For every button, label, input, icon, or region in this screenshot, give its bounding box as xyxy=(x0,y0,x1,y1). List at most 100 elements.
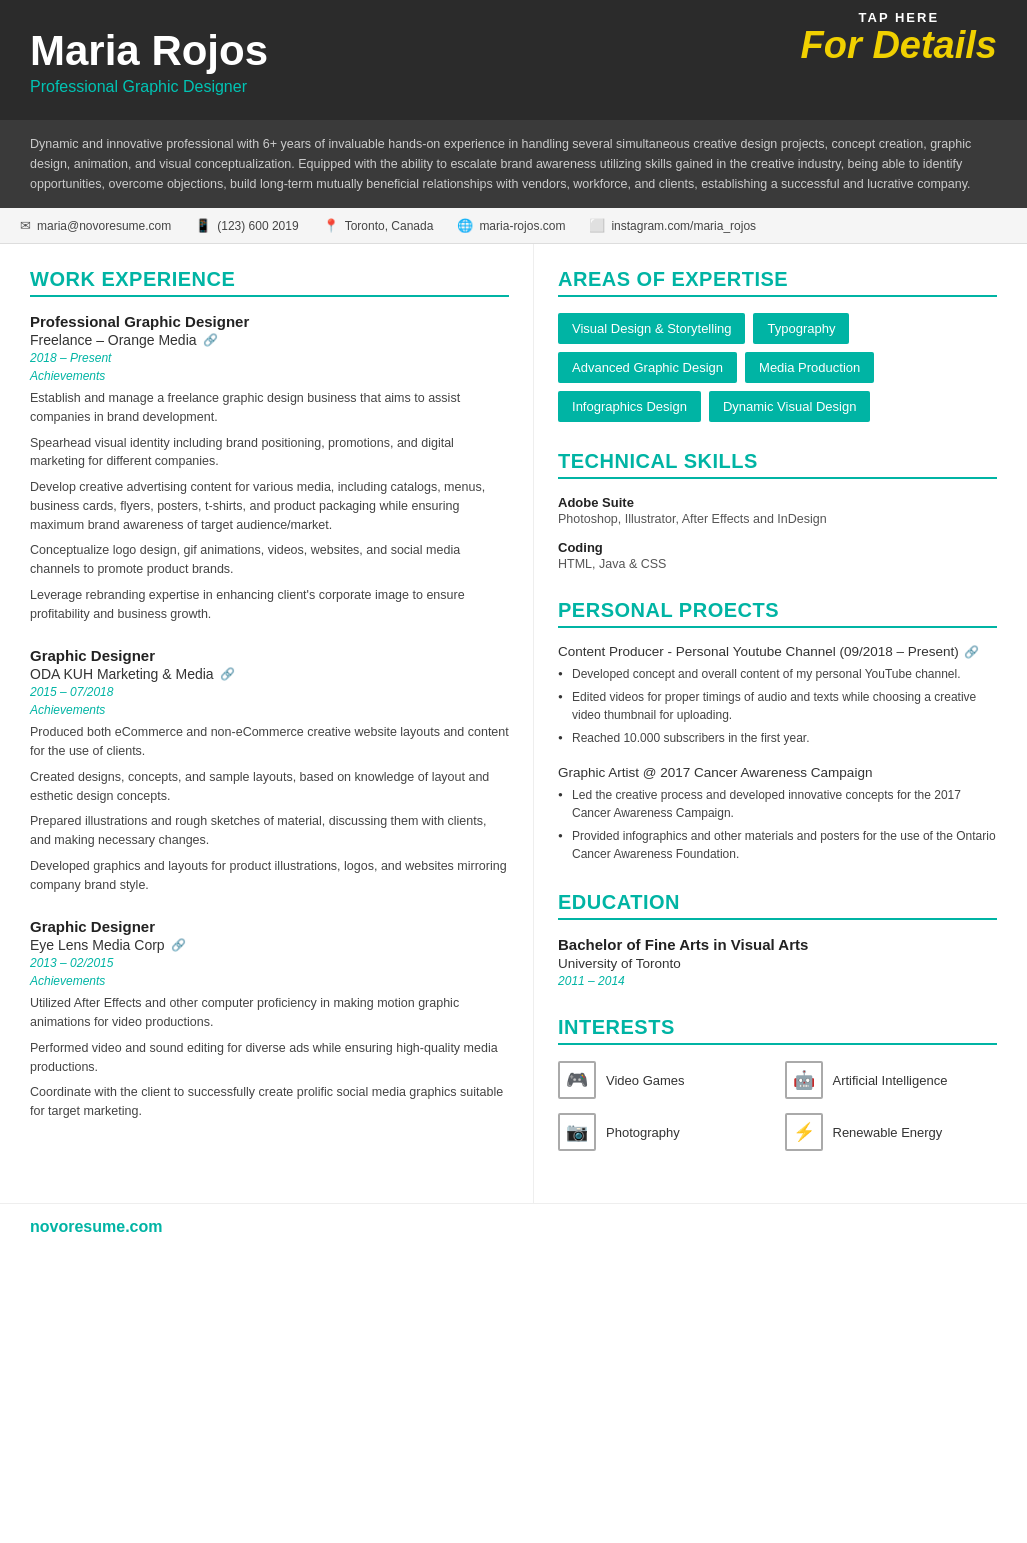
job-company-2: ODA KUH Marketing & Media 🔗 xyxy=(30,666,509,682)
skill-group-0: Adobe Suite Photoshop, Illustrator, Afte… xyxy=(558,495,997,526)
link-icon-2: 🔗 xyxy=(220,667,235,681)
project-link-icon-0: 🔗 xyxy=(964,645,979,659)
personal-projects-section: PERSONAL PROECTS Content Producer - Pers… xyxy=(558,599,997,863)
edu-school: University of Toronto xyxy=(558,956,997,971)
expertise-section-title: AREAS OF EXPERTISE xyxy=(558,268,997,297)
expertise-tag-3: Media Production xyxy=(745,352,874,383)
bullet-2-1: Created designs, concepts, and sample la… xyxy=(30,768,509,806)
project-title-0: Content Producer - Personal Youtube Chan… xyxy=(558,644,997,659)
tap-here-text: TAP HERE xyxy=(801,10,997,25)
work-section-title: WORK EXPERIENCE xyxy=(30,268,509,297)
job-entry-2: Graphic Designer ODA KUH Marketing & Med… xyxy=(30,647,509,894)
project-bullet-1-1: Provided infographics and other material… xyxy=(558,827,997,863)
interest-item-1: 🤖 Artificial Intelligence xyxy=(785,1061,997,1099)
summary-section: Dynamic and innovative professional with… xyxy=(0,120,1027,208)
interests-section: INTERESTS 🎮 Video Games 🤖 Artificial Int… xyxy=(558,1016,997,1151)
skill-name-1: Coding xyxy=(558,540,997,555)
skill-name-0: Adobe Suite xyxy=(558,495,997,510)
summary-text: Dynamic and innovative professional with… xyxy=(30,137,971,191)
contact-bar: ✉ maria@novoresume.com 📱 (123) 600 2019 … xyxy=(0,208,1027,244)
project-entry-1: Graphic Artist @ 2017 Cancer Awareness C… xyxy=(558,765,997,863)
interest-label-0: Video Games xyxy=(606,1073,685,1088)
instagram-icon: ⬜ xyxy=(589,218,605,233)
skill-group-1: Coding HTML, Java & CSS xyxy=(558,540,997,571)
interest-icon-3: ⚡ xyxy=(785,1113,823,1151)
for-details-text: For Details xyxy=(801,25,997,67)
contact-location: 📍 Toronto, Canada xyxy=(323,218,434,233)
job-bullets-3: Utilized After Effects and other compute… xyxy=(30,994,509,1121)
email-icon: ✉ xyxy=(20,218,31,233)
footer-brand: novoresume.com xyxy=(30,1218,162,1235)
footer-section: novoresume.com xyxy=(0,1203,1027,1250)
interest-icon-0: 🎮 xyxy=(558,1061,596,1099)
tap-overlay[interactable]: TAP HERE For Details xyxy=(801,10,997,67)
achievements-label-1: Achievements xyxy=(30,369,509,383)
bullet-1-1: Spearhead visual identity including bran… xyxy=(30,434,509,472)
right-column: AREAS OF EXPERTISE Visual Design & Story… xyxy=(534,244,1027,1203)
job-title-2: Graphic Designer xyxy=(30,647,509,664)
location-icon: 📍 xyxy=(323,218,339,233)
link-icon-1: 🔗 xyxy=(203,333,218,347)
interest-item-0: 🎮 Video Games xyxy=(558,1061,770,1099)
bullet-2-2: Prepared illustrations and rough sketche… xyxy=(30,812,509,850)
job-entry-3: Graphic Designer Eye Lens Media Corp 🔗 2… xyxy=(30,918,509,1121)
job-date-2: 2015 – 07/2018 xyxy=(30,685,509,699)
project-bullet-0-1: Edited videos for proper timings of audi… xyxy=(558,688,997,724)
job-date-1: 2018 – Present xyxy=(30,351,509,365)
interest-item-3: ⚡ Renewable Energy xyxy=(785,1113,997,1151)
main-content: WORK EXPERIENCE Professional Graphic Des… xyxy=(0,244,1027,1203)
bullet-2-3: Developed graphics and layouts for produ… xyxy=(30,857,509,895)
education-section-title: EDUCATION xyxy=(558,891,997,920)
bullet-1-3: Conceptualize logo design, gif animation… xyxy=(30,541,509,579)
personal-projects-title: PERSONAL PROECTS xyxy=(558,599,997,628)
job-company-3: Eye Lens Media Corp 🔗 xyxy=(30,937,509,953)
job-title-1: Professional Graphic Designer xyxy=(30,313,509,330)
left-column: WORK EXPERIENCE Professional Graphic Des… xyxy=(0,244,534,1203)
contact-instagram[interactable]: ⬜ instagram.com/maria_rojos xyxy=(589,218,756,233)
technical-skills-title: TECHNICAL SKILLS xyxy=(558,450,997,479)
link-icon-3: 🔗 xyxy=(171,938,186,952)
contact-email: ✉ maria@novoresume.com xyxy=(20,218,171,233)
achievements-label-2: Achievements xyxy=(30,703,509,717)
bullet-1-0: Establish and manage a freelance graphic… xyxy=(30,389,509,427)
interest-icon-1: 🤖 xyxy=(785,1061,823,1099)
bullet-1-2: Develop creative advertising content for… xyxy=(30,478,509,534)
contact-website[interactable]: 🌐 maria-rojos.com xyxy=(457,218,565,233)
project-bullet-0-2: Reached 10.000 subscribers in the first … xyxy=(558,729,997,747)
header-section: Maria Rojos Professional Graphic Designe… xyxy=(0,0,1027,120)
job-title-3: Graphic Designer xyxy=(30,918,509,935)
interest-label-3: Renewable Energy xyxy=(833,1125,943,1140)
achievements-label-3: Achievements xyxy=(30,974,509,988)
interest-label-1: Artificial Intelligence xyxy=(833,1073,948,1088)
job-date-3: 2013 – 02/2015 xyxy=(30,956,509,970)
skill-detail-1: HTML, Java & CSS xyxy=(558,557,997,571)
email-text: maria@novoresume.com xyxy=(37,219,171,233)
interests-grid: 🎮 Video Games 🤖 Artificial Intelligence … xyxy=(558,1061,997,1151)
project-bullets-0: Developed concept and overall content of… xyxy=(558,665,997,747)
job-bullets-1: Establish and manage a freelance graphic… xyxy=(30,389,509,623)
education-section: EDUCATION Bachelor of Fine Arts in Visua… xyxy=(558,891,997,988)
interest-item-2: 📷 Photography xyxy=(558,1113,770,1151)
bullet-3-0: Utilized After Effects and other compute… xyxy=(30,994,509,1032)
interest-label-2: Photography xyxy=(606,1125,680,1140)
website-text: maria-rojos.com xyxy=(479,219,565,233)
project-title-1: Graphic Artist @ 2017 Cancer Awareness C… xyxy=(558,765,997,780)
expertise-tag-5: Dynamic Visual Design xyxy=(709,391,870,422)
project-bullets-1: Led the creative process and developed i… xyxy=(558,786,997,863)
expertise-tag-2: Advanced Graphic Design xyxy=(558,352,737,383)
job-entry-1: Professional Graphic Designer Freelance … xyxy=(30,313,509,623)
skill-detail-0: Photoshop, Illustrator, After Effects an… xyxy=(558,512,997,526)
expertise-tag-0: Visual Design & Storytelling xyxy=(558,313,745,344)
expertise-grid: Visual Design & Storytelling Typography … xyxy=(558,313,997,422)
expertise-section: AREAS OF EXPERTISE Visual Design & Story… xyxy=(558,268,997,422)
project-bullet-1-0: Led the creative process and developed i… xyxy=(558,786,997,822)
work-experience-section: WORK EXPERIENCE Professional Graphic Des… xyxy=(30,268,509,1121)
contact-phone: 📱 (123) 600 2019 xyxy=(195,218,298,233)
location-text: Toronto, Canada xyxy=(345,219,434,233)
edu-date: 2011 – 2014 xyxy=(558,974,997,988)
job-bullets-2: Produced both eCommerce and non-eCommerc… xyxy=(30,723,509,894)
project-bullet-0-0: Developed concept and overall content of… xyxy=(558,665,997,683)
project-entry-0: Content Producer - Personal Youtube Chan… xyxy=(558,644,997,747)
website-icon: 🌐 xyxy=(457,218,473,233)
bullet-3-1: Performed video and sound editing for di… xyxy=(30,1039,509,1077)
